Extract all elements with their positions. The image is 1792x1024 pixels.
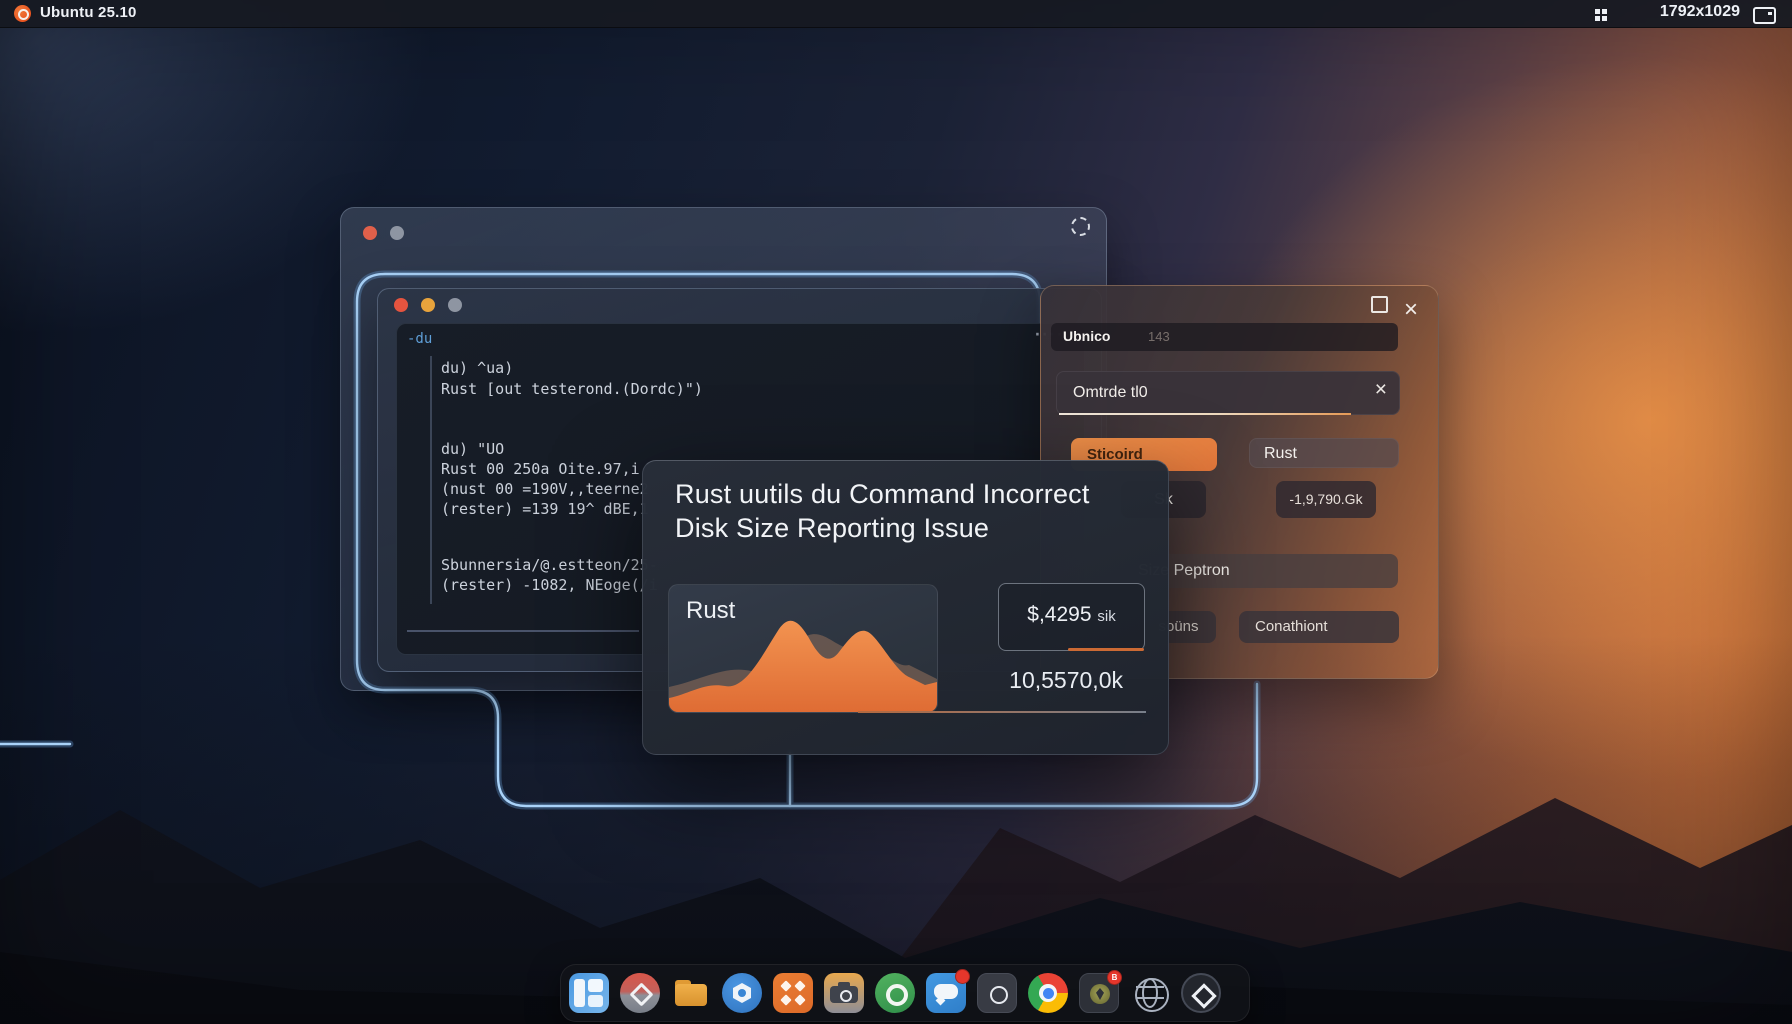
close-dot-icon[interactable] bbox=[394, 298, 408, 312]
rust-usage-card[interactable]: Rust bbox=[668, 584, 938, 713]
close-dot-icon[interactable] bbox=[363, 226, 377, 240]
terminal-title: -du bbox=[407, 331, 433, 347]
clear-search-icon[interactable]: × bbox=[1375, 378, 1387, 402]
settings-gear-icon[interactable] bbox=[722, 973, 762, 1013]
os-label: Ubuntu 25.10 bbox=[40, 4, 137, 21]
network-globe-icon[interactable] bbox=[1130, 973, 1170, 1013]
value-underline bbox=[1068, 648, 1144, 651]
screenshot-tool-icon[interactable] bbox=[824, 973, 864, 1013]
terminal-line: (rester) -1082, NEoge(/i bbox=[441, 576, 658, 594]
indent-guide bbox=[430, 356, 432, 604]
terminal-line: Rust [out testerond.(Dordc)") bbox=[441, 380, 703, 398]
dialog-title-line2: Disk Size Reporting Issue bbox=[675, 513, 990, 543]
files-folder-icon[interactable] bbox=[671, 973, 711, 1013]
tab-strip: Ubnico 143 bbox=[1051, 323, 1398, 351]
size-value-text: $,4295 sik bbox=[1027, 603, 1116, 626]
security-emblem-icon[interactable]: B bbox=[1079, 970, 1122, 1013]
dialog-title-line1: Rust uutils du Command Incorrect bbox=[675, 479, 1090, 509]
terminal-line: du) "UO bbox=[441, 440, 505, 458]
tab-ubnico[interactable]: Ubnico bbox=[1063, 328, 1110, 344]
size-value-field[interactable]: $,4295 sik bbox=[998, 583, 1145, 651]
issue-dialog: Rust uutils du Command Incorrect Disk Si… bbox=[642, 460, 1169, 755]
refresh-icon[interactable] bbox=[1071, 217, 1090, 236]
maximize-dot-icon[interactable] bbox=[448, 298, 462, 312]
terminal-line: (rester) =139 19^ dBE,1 bbox=[441, 500, 649, 518]
size-negative-value: -1,9,790.Gk bbox=[1276, 481, 1376, 518]
close-icon[interactable]: × bbox=[1399, 296, 1423, 324]
distro-sphere-icon[interactable] bbox=[620, 973, 660, 1013]
rust-filter-button[interactable]: Rust bbox=[1249, 438, 1399, 468]
resolution-label: 1792x1029 bbox=[1659, 3, 1740, 20]
search-box: × bbox=[1056, 371, 1400, 415]
terminal-line: Sbunnersia/@.estteon/25- bbox=[441, 556, 658, 574]
tab-secondary[interactable]: 143 bbox=[1148, 329, 1170, 344]
terminal-line: Rust 00 250a Oite.97,i bbox=[441, 460, 640, 478]
right-option-button[interactable]: Conathiont bbox=[1239, 611, 1399, 643]
search-underline bbox=[1059, 413, 1351, 415]
search-input[interactable] bbox=[1071, 378, 1345, 408]
display-icon[interactable] bbox=[1753, 7, 1776, 24]
usage-area-chart bbox=[669, 620, 937, 712]
ubuntu-logo-icon bbox=[14, 5, 31, 22]
app-store-icon[interactable] bbox=[773, 973, 813, 1013]
notification-badge: B bbox=[1107, 970, 1122, 985]
window-tiles-icon[interactable] bbox=[569, 973, 609, 1013]
chrome-browser-icon[interactable] bbox=[1028, 973, 1068, 1013]
minimize-dot-icon[interactable] bbox=[390, 226, 404, 240]
dialog-divider bbox=[858, 711, 1146, 713]
workspace-grid-icon[interactable] bbox=[1595, 9, 1600, 14]
dock: B bbox=[560, 964, 1250, 1022]
messenger-ring-icon[interactable] bbox=[875, 973, 915, 1013]
size-value-unit: sik bbox=[1097, 608, 1116, 625]
secondary-size-value: 10,5570,0k bbox=[1009, 667, 1123, 693]
minimize-dot-icon[interactable] bbox=[421, 298, 435, 312]
app-circle-icon[interactable] bbox=[977, 973, 1017, 1013]
desktop: -du ···· du) ^ua) Rust [out testerond.(D… bbox=[0, 0, 1792, 1024]
terminal-divider bbox=[407, 630, 639, 632]
top-bar: Ubuntu 25.10 1792x1029 bbox=[0, 0, 1792, 28]
terminal-line: (nust 00 =190V,,teerne2 bbox=[441, 480, 649, 498]
app-launcher-icon[interactable] bbox=[1181, 973, 1221, 1013]
chat-bubble-icon[interactable] bbox=[926, 969, 970, 1013]
restore-window-icon[interactable] bbox=[1371, 296, 1388, 313]
terminal-line: du) ^ua) bbox=[441, 359, 514, 377]
notification-badge bbox=[955, 969, 970, 984]
